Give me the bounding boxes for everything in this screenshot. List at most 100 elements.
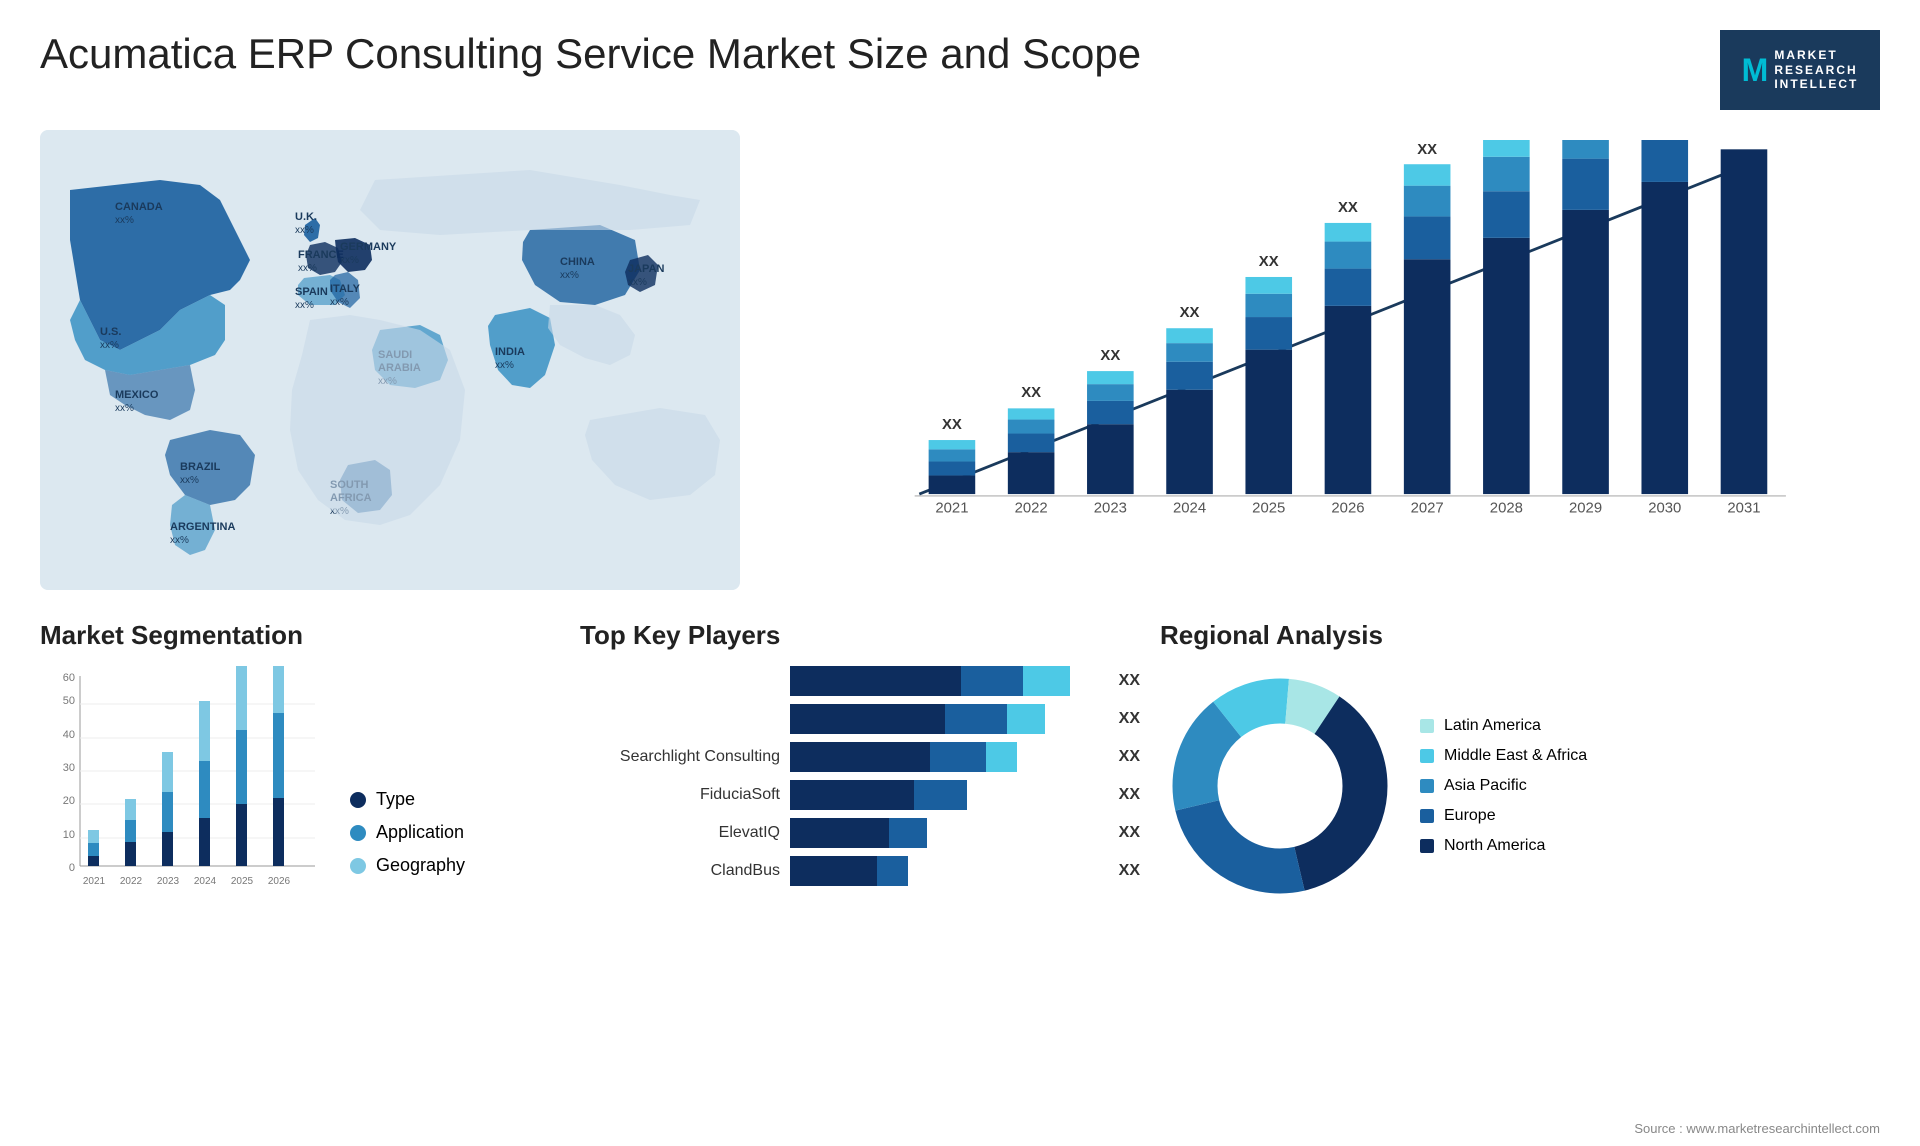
player-bar-1 [790, 666, 1101, 696]
bottom-section: Market Segmentation 0 10 20 30 40 50 [40, 620, 1880, 960]
svg-text:ARGENTINA: ARGENTINA [170, 521, 235, 533]
regional-title: Regional Analysis [1160, 620, 1880, 651]
svg-text:XX: XX [1417, 142, 1437, 158]
map-container: CANADA xx% U.S. xx% MEXICO xx% BRAZIL xx… [40, 130, 740, 590]
logo-area: M MARKET RESEARCH INTELLECT [1720, 30, 1880, 110]
svg-text:GERMANY: GERMANY [340, 241, 397, 253]
svg-text:xx%: xx% [340, 255, 359, 266]
svg-text:2026: 2026 [268, 876, 291, 887]
reg-legend-middle-east: Middle East & Africa [1420, 747, 1587, 765]
svg-text:XX: XX [1338, 200, 1358, 216]
svg-text:2021: 2021 [935, 501, 968, 517]
svg-text:20: 20 [63, 795, 75, 807]
player-name-elevatiq: ElevatIQ [580, 824, 780, 842]
player-val-elevatiq: XX [1119, 824, 1140, 842]
svg-text:2023: 2023 [1094, 501, 1127, 517]
svg-text:xx%: xx% [180, 475, 199, 486]
svg-text:0: 0 [69, 862, 75, 874]
svg-text:50: 50 [63, 695, 75, 707]
header: Acumatica ERP Consulting Service Market … [40, 30, 1880, 110]
svg-text:MEXICO: MEXICO [115, 389, 159, 401]
reg-dot-latin-america [1420, 719, 1434, 733]
key-players-title: Top Key Players [580, 620, 1140, 651]
svg-text:XX: XX [1180, 305, 1200, 321]
seg-legend: Type Application Geography [350, 789, 465, 906]
svg-text:xx%: xx% [115, 215, 134, 226]
svg-text:2024: 2024 [1173, 501, 1206, 517]
player-bar-2 [790, 704, 1101, 734]
svg-text:2022: 2022 [120, 876, 143, 887]
legend-label-application: Application [376, 822, 464, 843]
svg-text:2026: 2026 [1331, 501, 1364, 517]
svg-text:BRAZIL: BRAZIL [180, 461, 221, 473]
donut-chart [1160, 666, 1400, 906]
canada-label: CANADA [115, 201, 163, 213]
reg-label-europe: Europe [1444, 807, 1496, 825]
reg-legend-europe: Europe [1420, 807, 1587, 825]
player-val-clandbus: XX [1119, 862, 1140, 880]
svg-text:ITALY: ITALY [330, 283, 361, 295]
svg-text:xx%: xx% [170, 535, 189, 546]
page-title: Acumatica ERP Consulting Service Market … [40, 30, 1141, 78]
svg-text:2023: 2023 [157, 876, 180, 887]
svg-text:2031: 2031 [1727, 501, 1760, 517]
svg-text:JAPAN: JAPAN [628, 263, 665, 275]
svg-text:xx%: xx% [330, 297, 349, 308]
svg-text:xx%: xx% [298, 263, 317, 274]
reg-legend-asia-pacific: Asia Pacific [1420, 777, 1587, 795]
reg-legend-latin-america: Latin America [1420, 717, 1587, 735]
svg-text:10: 10 [63, 829, 75, 841]
reg-label-asia-pacific: Asia Pacific [1444, 777, 1527, 795]
players-list: XX XX Searchlight Consulting [580, 666, 1140, 886]
player-bar-searchlight [790, 742, 1101, 772]
legend-dot-application [350, 825, 366, 841]
player-bar-fiduciasoft [790, 780, 1101, 810]
segmentation-title: Market Segmentation [40, 620, 560, 651]
player-row-fiduciasoft: FiduciaSoft XX [580, 780, 1140, 810]
svg-text:2025: 2025 [231, 876, 254, 887]
svg-text:xx%: xx% [495, 360, 514, 371]
svg-text:CHINA: CHINA [560, 256, 595, 268]
key-players-section: Top Key Players XX [580, 620, 1140, 960]
logo-line2: RESEARCH [1774, 63, 1858, 77]
bar-chart-container: XX XX XX XX [760, 130, 1880, 590]
reg-dot-europe [1420, 809, 1434, 823]
regional-legend: Latin America Middle East & Africa Asia … [1420, 717, 1587, 855]
player-name-clandbus: ClandBus [580, 862, 780, 880]
svg-text:U.K.: U.K. [295, 211, 317, 223]
player-row-searchlight: Searchlight Consulting XX [580, 742, 1140, 772]
seg-chart-area: 0 10 20 30 40 50 60 [40, 666, 560, 906]
world-map-svg: CANADA xx% U.S. xx% MEXICO xx% BRAZIL xx… [40, 130, 740, 590]
reg-label-latin-america: Latin America [1444, 717, 1541, 735]
legend-dot-type [350, 792, 366, 808]
svg-text:XX: XX [1021, 385, 1041, 401]
legend-label-geography: Geography [376, 855, 465, 876]
reg-dot-north-america [1420, 839, 1434, 853]
svg-text:2027: 2027 [1411, 501, 1444, 517]
svg-text:2021: 2021 [83, 876, 106, 887]
svg-text:XX: XX [1100, 348, 1120, 364]
svg-text:xx%: xx% [628, 277, 647, 288]
svg-text:40: 40 [63, 729, 75, 741]
reg-label-middle-east: Middle East & Africa [1444, 747, 1587, 765]
reg-dot-asia-pacific [1420, 779, 1434, 793]
svg-text:30: 30 [63, 762, 75, 774]
svg-text:xx%: xx% [115, 403, 134, 414]
seg-chart: 0 10 20 30 40 50 60 [40, 666, 320, 906]
svg-text:XX: XX [1259, 254, 1279, 270]
player-row-2: XX [580, 704, 1140, 734]
svg-text:2025: 2025 [1252, 501, 1285, 517]
regional-section: Regional Analysis [1160, 620, 1880, 960]
page-container: Acumatica ERP Consulting Service Market … [0, 0, 1920, 1146]
legend-label-type: Type [376, 789, 415, 810]
segmentation-section: Market Segmentation 0 10 20 30 40 50 [40, 620, 560, 960]
legend-dot-geography [350, 858, 366, 874]
regional-content: Latin America Middle East & Africa Asia … [1160, 666, 1880, 906]
player-name-searchlight: Searchlight Consulting [580, 748, 780, 766]
donut-svg [1160, 666, 1400, 906]
player-row-clandbus: ClandBus XX [580, 856, 1140, 886]
svg-text:2029: 2029 [1569, 501, 1602, 517]
svg-text:2024: 2024 [194, 876, 217, 887]
player-row-elevatiq: ElevatIQ XX [580, 818, 1140, 848]
player-val-searchlight: XX [1119, 748, 1140, 766]
